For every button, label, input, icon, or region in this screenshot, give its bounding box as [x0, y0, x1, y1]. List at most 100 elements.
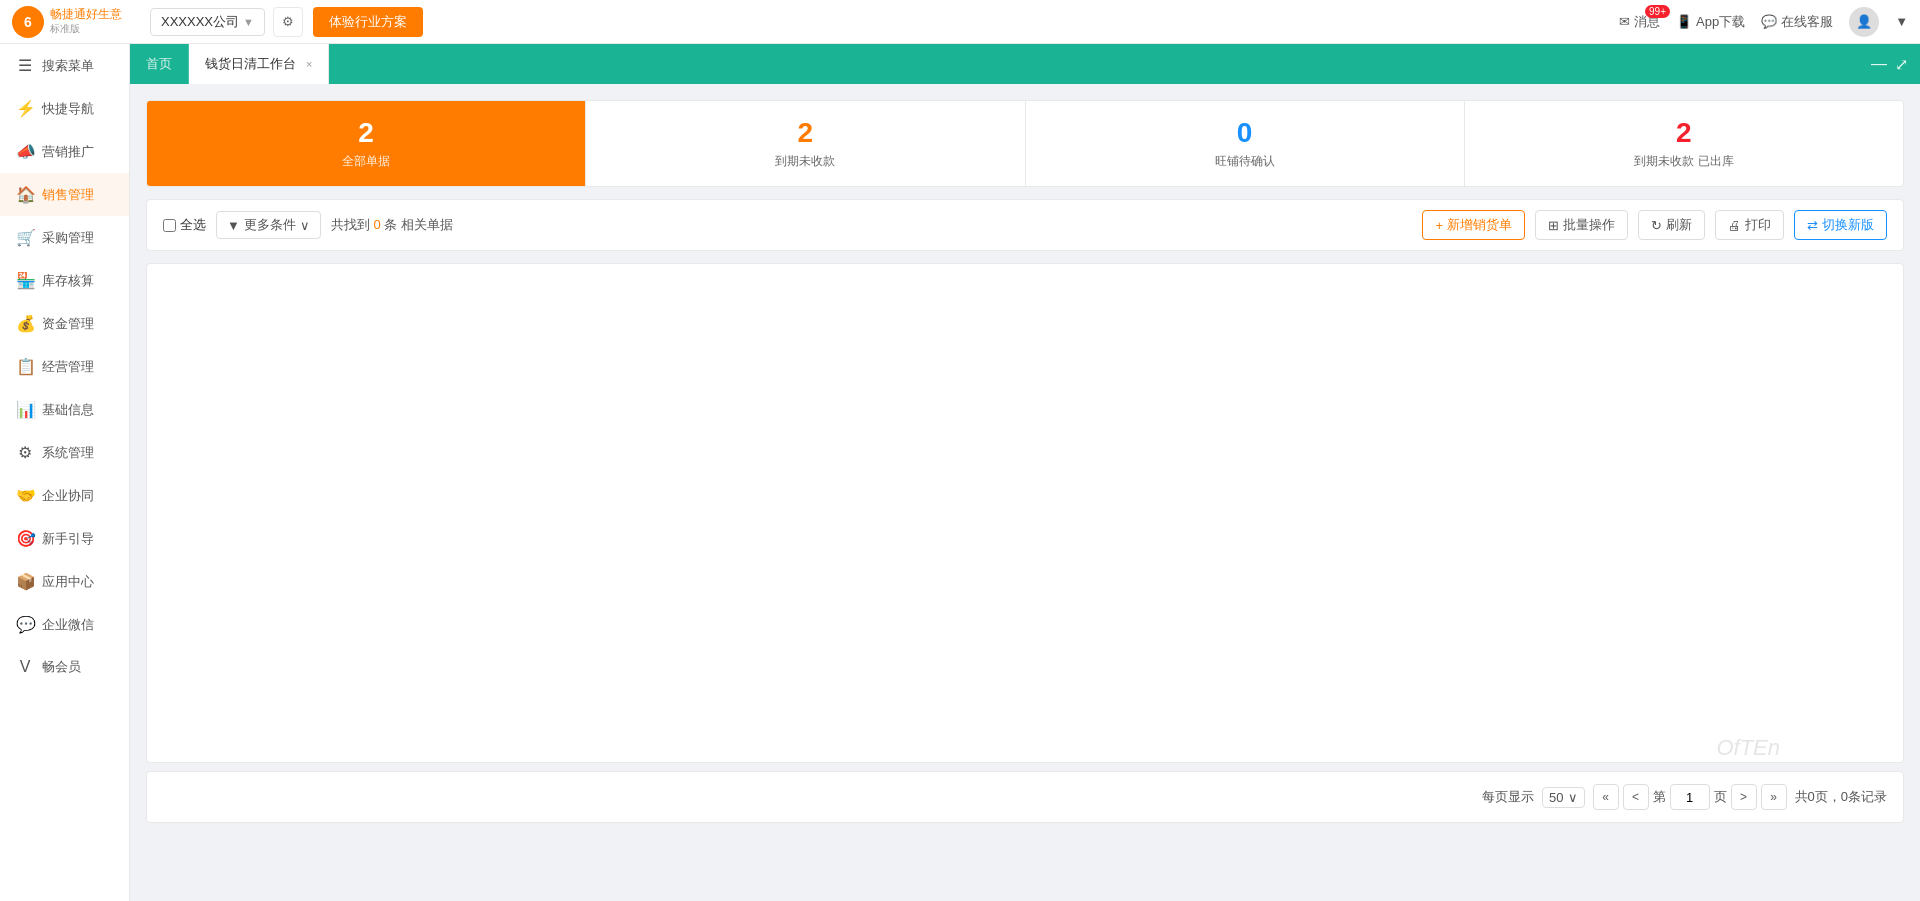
cooperation-icon: 🤝 [16, 486, 34, 505]
select-all-checkbox[interactable]: 全选 [163, 216, 206, 234]
tab-minimize-icon[interactable]: — [1871, 55, 1887, 73]
stat-card-pending[interactable]: 0 旺铺待确认 [1026, 101, 1465, 186]
experience-button[interactable]: 体验行业方案 [313, 7, 423, 37]
print-label: 打印 [1745, 216, 1771, 234]
sidebar-label-app-center: 应用中心 [42, 573, 94, 591]
sidebar-item-operations[interactable]: 📋 经营管理 [0, 345, 129, 388]
page-size-arrow: ∨ [1568, 790, 1578, 805]
sidebar-label-operations: 经营管理 [42, 358, 94, 376]
sidebar-item-finance[interactable]: 💰 资金管理 [0, 302, 129, 345]
sidebar-item-wechat[interactable]: 💬 企业微信 [0, 603, 129, 646]
sidebar-item-system[interactable]: ⚙ 系统管理 [0, 431, 129, 474]
sidebar-label-wechat: 企业微信 [42, 616, 94, 634]
total-label: 共0页，0条记录 [1795, 788, 1887, 806]
page-suffix: 页 [1714, 788, 1727, 806]
sidebar-label-quick-nav: 快捷导航 [42, 100, 94, 118]
guide-icon: 🎯 [16, 529, 34, 548]
batch-label: 批量操作 [1563, 216, 1615, 234]
switch-label: 切换新版 [1822, 216, 1874, 234]
sidebar-item-cooperation[interactable]: 🤝 企业协同 [0, 474, 129, 517]
sidebar-item-inventory[interactable]: 🏪 库存核算 [0, 259, 129, 302]
stat-card-overdue[interactable]: 2 到期未收款 [586, 101, 1025, 186]
stat-card-all[interactable]: 2 全部单据 [147, 101, 586, 186]
sidebar-item-basic-info[interactable]: 📊 基础信息 [0, 388, 129, 431]
tab-home[interactable]: 首页 [130, 44, 189, 84]
tab-restore-icon[interactable]: ⤢ [1895, 55, 1908, 74]
first-page-button[interactable]: « [1593, 784, 1619, 810]
sidebar-label-search-menu: 搜索菜单 [42, 57, 94, 75]
add-sales-label: 新增销货单 [1447, 216, 1512, 234]
pagination-bar: 每页显示 50 ∨ « < 第 页 > » 共0页，0条记录 [146, 771, 1904, 823]
stat-num-all: 2 [167, 117, 565, 149]
online-service-action[interactable]: 💬 在线客服 [1761, 13, 1833, 31]
search-menu-icon: ☰ [16, 56, 34, 75]
system-icon: ⚙ [16, 443, 34, 462]
top-bar-right: ✉ 消息 99+ 📱 App下载 💬 在线客服 👤 ▼ [1619, 7, 1908, 37]
purchase-icon: 🛒 [16, 228, 34, 247]
tab-close-icon[interactable]: × [306, 58, 312, 70]
logo-icon: 6 [12, 6, 44, 38]
sidebar-label-cooperation: 企业协同 [42, 487, 94, 505]
wechat-icon: 💬 [16, 615, 34, 634]
sidebar-item-search-menu[interactable]: ☰ 搜索菜单 [0, 44, 129, 87]
sidebar-label-system: 系统管理 [42, 444, 94, 462]
add-sales-order-button[interactable]: + 新增销货单 [1422, 210, 1525, 240]
per-page-label: 每页显示 [1482, 788, 1534, 806]
user-avatar[interactable]: 👤 [1849, 7, 1879, 37]
member-icon: V [16, 658, 34, 676]
prev-page-button[interactable]: < [1623, 784, 1649, 810]
count-info: 共找到 0 条 相关单据 [331, 216, 453, 234]
print-button[interactable]: 🖨 打印 [1715, 210, 1784, 240]
sidebar-label-member: 畅会员 [42, 658, 81, 676]
sidebar-item-marketing[interactable]: 📣 营销推广 [0, 130, 129, 173]
stat-num-pending: 0 [1046, 117, 1444, 149]
stat-card-shipped[interactable]: 2 到期未收款 已出库 [1465, 101, 1903, 186]
sidebar-label-finance: 资金管理 [42, 315, 94, 333]
page-size-select[interactable]: 50 ∨ [1542, 787, 1584, 808]
sidebar-item-app-center[interactable]: 📦 应用中心 [0, 560, 129, 603]
count-prefix: 共找到 [331, 217, 370, 232]
chevron-down-icon: ▼ [1895, 14, 1908, 29]
app-name: 畅捷通好生意 [50, 7, 122, 23]
refresh-button[interactable]: ↻ 刷新 [1638, 210, 1705, 240]
batch-icon: ⊞ [1548, 218, 1559, 233]
app-logo: 6 畅捷通好生意 标准版 [12, 6, 142, 38]
quick-nav-icon: ⚡ [16, 99, 34, 118]
toolbar-right: + 新增销货单 ⊞ 批量操作 ↻ 刷新 🖨 打印 ⇄ 切换新版 [1422, 210, 1887, 240]
company-selector[interactable]: XXXXXX公司 ▼ [150, 8, 265, 36]
select-all-input[interactable] [163, 219, 176, 232]
company-arrow: ▼ [243, 16, 254, 28]
sales-icon: 🏠 [16, 185, 34, 204]
user-name-area[interactable]: ▼ [1895, 14, 1908, 29]
last-page-button[interactable]: » [1761, 784, 1787, 810]
switch-version-button[interactable]: ⇄ 切换新版 [1794, 210, 1887, 240]
page-input[interactable] [1670, 784, 1710, 810]
count-suffix: 相关单据 [401, 217, 453, 232]
filter-icon: ▼ [227, 218, 240, 233]
batch-operation-button[interactable]: ⊞ 批量操作 [1535, 210, 1628, 240]
sidebar-item-purchase[interactable]: 🛒 采购管理 [0, 216, 129, 259]
filter-button[interactable]: ▼ 更多条件 ∨ [216, 211, 321, 239]
inventory-icon: 🏪 [16, 271, 34, 290]
sidebar-label-guide: 新手引导 [42, 530, 94, 548]
sidebar-item-member[interactable]: V 畅会员 [0, 646, 129, 688]
message-icon: ✉ [1619, 14, 1630, 29]
content-area [146, 263, 1904, 763]
count-value: 0 [374, 217, 381, 232]
tab-active[interactable]: 钱货日清工作台 × [189, 44, 329, 84]
sidebar-label-inventory: 库存核算 [42, 272, 94, 290]
sidebar-item-quick-nav[interactable]: ⚡ 快捷导航 [0, 87, 129, 130]
message-action[interactable]: ✉ 消息 99+ [1619, 13, 1660, 31]
page-prefix: 第 [1653, 788, 1666, 806]
app-download-action[interactable]: 📱 App下载 [1676, 13, 1745, 31]
basic-info-icon: 📊 [16, 400, 34, 419]
settings-button[interactable]: ⚙ [273, 7, 303, 37]
next-page-button[interactable]: > [1731, 784, 1757, 810]
select-all-label: 全选 [180, 216, 206, 234]
stat-label-pending: 旺铺待确认 [1046, 153, 1444, 170]
sidebar-item-sales[interactable]: 🏠 销售管理 [0, 173, 129, 216]
sidebar-item-guide[interactable]: 🎯 新手引导 [0, 517, 129, 560]
finance-icon: 💰 [16, 314, 34, 333]
app-edition: 标准版 [50, 22, 122, 36]
add-icon: + [1435, 218, 1443, 233]
